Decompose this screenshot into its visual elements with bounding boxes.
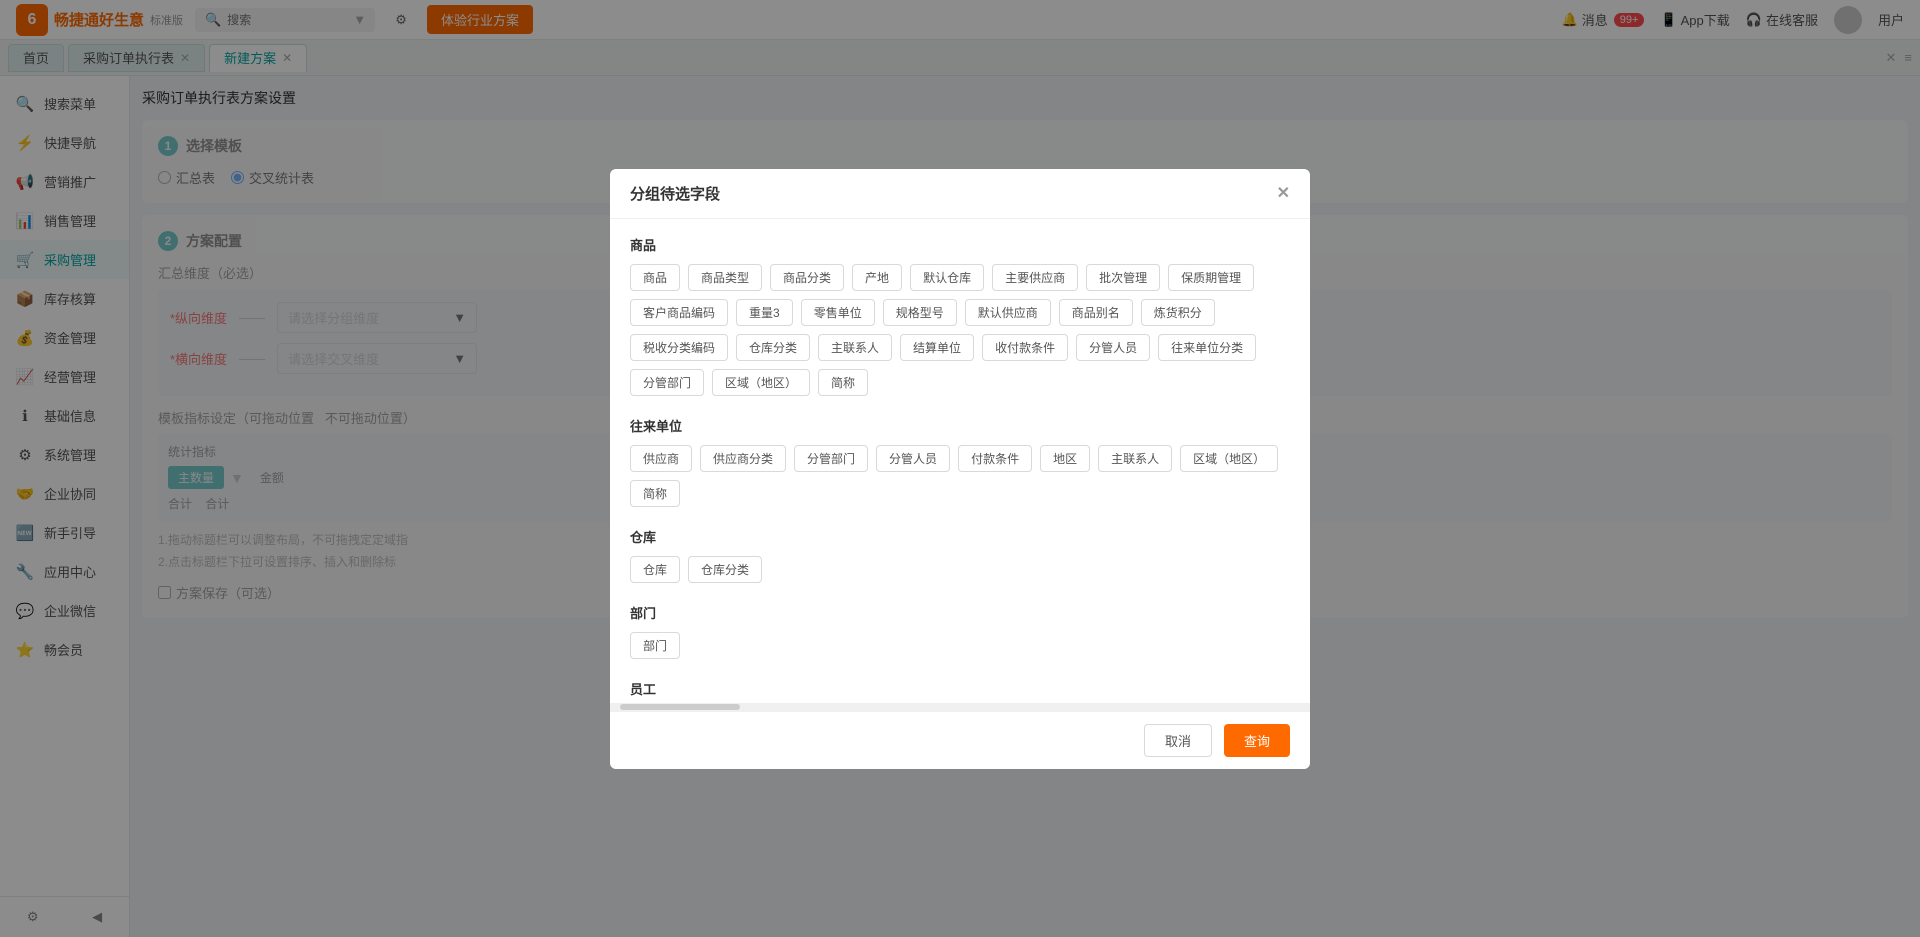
section-department: 部门 部门 — [630, 603, 1290, 659]
modal-body[interactable]: 商品 商品 商品类型 商品分类 产地 默认仓库 主要供应商 批次管理 保质期管理… — [610, 219, 1310, 703]
modal-cancel-button[interactable]: 取消 — [1144, 724, 1212, 757]
tag-goods-payment-terms[interactable]: 收付款条件 — [982, 334, 1068, 361]
tag-goods-warehouse-category[interactable]: 仓库分类 — [736, 334, 810, 361]
tag-goods-tax-code[interactable]: 税收分类编码 — [630, 334, 728, 361]
tag-partner-payment-terms[interactable]: 付款条件 — [958, 445, 1032, 472]
tag-partner-manager[interactable]: 分管人员 — [876, 445, 950, 472]
section-department-title: 部门 — [630, 603, 1290, 622]
tag-goods-type[interactable]: 商品类型 — [688, 264, 762, 291]
section-goods-title: 商品 — [630, 235, 1290, 254]
tag-partner-abbr[interactable]: 简称 — [630, 480, 680, 507]
tag-goods-manager[interactable]: 分管人员 — [1076, 334, 1150, 361]
tag-goods-smelt-points[interactable]: 炼货积分 — [1141, 299, 1215, 326]
partner-tags: 供应商 供应商分类 分管部门 分管人员 付款条件 地区 主联系人 区域（地区） … — [630, 445, 1290, 507]
department-tags: 部门 — [630, 632, 1290, 659]
section-warehouse: 仓库 仓库 仓库分类 — [630, 527, 1290, 583]
section-employee: 员工 业务员 — [630, 679, 1290, 703]
tag-partner-contact[interactable]: 主联系人 — [1098, 445, 1172, 472]
tag-dept[interactable]: 部门 — [630, 632, 680, 659]
modal-footer: 取消 查询 — [610, 711, 1310, 769]
tag-goods-spec[interactable]: 规格型号 — [883, 299, 957, 326]
tag-goods-partner-category[interactable]: 往来单位分类 — [1158, 334, 1256, 361]
modal-confirm-button[interactable]: 查询 — [1224, 724, 1290, 757]
section-partner-title: 往来单位 — [630, 416, 1290, 435]
tag-goods-main-supplier[interactable]: 主要供应商 — [992, 264, 1078, 291]
goods-tags: 商品 商品类型 商品分类 产地 默认仓库 主要供应商 批次管理 保质期管理 客户… — [630, 264, 1290, 396]
tag-goods-abbr[interactable]: 简称 — [818, 369, 868, 396]
modal-hscroll-thumb — [620, 704, 740, 710]
tag-partner-supplier[interactable]: 供应商 — [630, 445, 692, 472]
tag-goods-batch[interactable]: 批次管理 — [1086, 264, 1160, 291]
tag-partner-dept[interactable]: 分管部门 — [794, 445, 868, 472]
tag-goods-customer-code[interactable]: 客户商品编码 — [630, 299, 728, 326]
modal-horizontal-scrollbar[interactable] — [610, 703, 1310, 711]
tag-warehouse-category[interactable]: 仓库分类 — [688, 556, 762, 583]
section-goods: 商品 商品 商品类型 商品分类 产地 默认仓库 主要供应商 批次管理 保质期管理… — [630, 235, 1290, 396]
section-partner: 往来单位 供应商 供应商分类 分管部门 分管人员 付款条件 地区 主联系人 区域… — [630, 416, 1290, 507]
tag-partner-region[interactable]: 地区 — [1040, 445, 1090, 472]
tag-goods-product[interactable]: 商品 — [630, 264, 680, 291]
modal-close-button[interactable]: ✕ — [1277, 183, 1290, 203]
tag-goods-contact[interactable]: 主联系人 — [818, 334, 892, 361]
tag-goods-settlement-unit[interactable]: 结算单位 — [900, 334, 974, 361]
tag-goods-region[interactable]: 区域（地区） — [712, 369, 810, 396]
tag-goods-default-warehouse[interactable]: 默认仓库 — [910, 264, 984, 291]
field-select-modal: 分组待选字段 ✕ 商品 商品 商品类型 商品分类 产地 默认仓库 主要供应商 批… — [610, 169, 1310, 769]
modal-overlay: 分组待选字段 ✕ 商品 商品 商品类型 商品分类 产地 默认仓库 主要供应商 批… — [0, 0, 1920, 937]
section-warehouse-title: 仓库 — [630, 527, 1290, 546]
tag-goods-retail-unit[interactable]: 零售单位 — [801, 299, 875, 326]
tag-goods-dept[interactable]: 分管部门 — [630, 369, 704, 396]
warehouse-tags: 仓库 仓库分类 — [630, 556, 1290, 583]
tag-partner-area[interactable]: 区域（地区） — [1180, 445, 1278, 472]
modal-title: 分组待选字段 — [630, 183, 720, 204]
tag-goods-category[interactable]: 商品分类 — [770, 264, 844, 291]
tag-goods-weight[interactable]: 重量3 — [736, 299, 793, 326]
tag-goods-alias[interactable]: 商品别名 — [1059, 299, 1133, 326]
modal-header: 分组待选字段 ✕ — [610, 169, 1310, 219]
tag-goods-default-supplier[interactable]: 默认供应商 — [965, 299, 1051, 326]
tag-goods-origin[interactable]: 产地 — [852, 264, 902, 291]
tag-partner-supplier-category[interactable]: 供应商分类 — [700, 445, 786, 472]
tag-warehouse-wh[interactable]: 仓库 — [630, 556, 680, 583]
section-employee-title: 员工 — [630, 679, 1290, 698]
tag-goods-expiry[interactable]: 保质期管理 — [1168, 264, 1254, 291]
